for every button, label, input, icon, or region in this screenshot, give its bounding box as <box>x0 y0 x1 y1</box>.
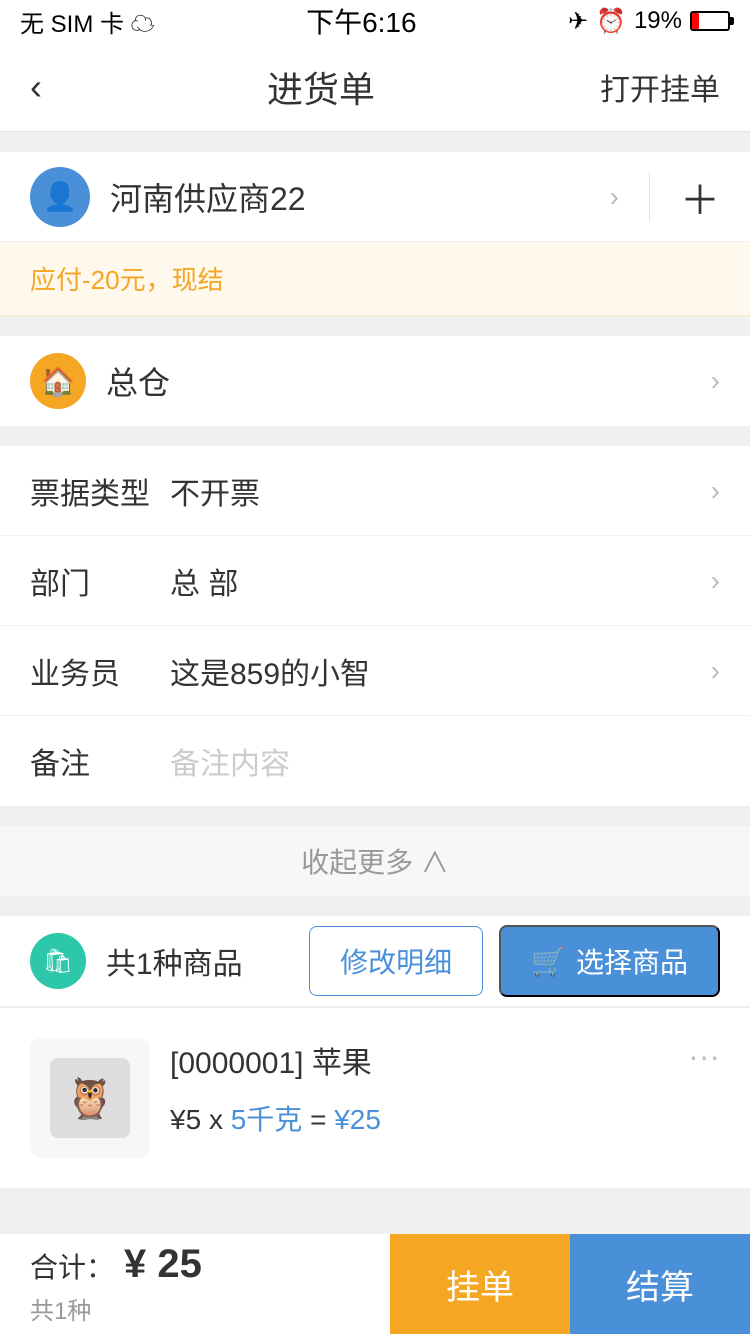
equals-sign: = <box>310 1104 334 1135</box>
avatar-icon: 👤 <box>43 180 78 213</box>
nav-bar: ‹ 进货单 打开挂单 <box>0 42 750 132</box>
product-title: 苹果 <box>312 1047 372 1080</box>
remark-row[interactable]: 备注 备注内容 <box>0 716 750 806</box>
total-label: 合计： <box>30 1246 114 1286</box>
salesman-arrow-icon: › <box>711 655 720 687</box>
invoice-type-row[interactable]: 票据类型 不开票 › <box>0 446 750 536</box>
supplier-avatar: 👤 <box>30 167 90 227</box>
salesman-row[interactable]: 业务员 这是859的小智 › <box>0 626 750 716</box>
checkout-label: 结算 <box>626 1260 694 1309</box>
product-thumb-inner: 🦉 <box>50 1058 130 1138</box>
department-value: 总 部 <box>150 559 711 603</box>
sim-signal: 无 SIM 卡 ☁ <box>20 4 155 39</box>
warehouse-section[interactable]: 🏠 总仓 › <box>0 336 750 426</box>
item-total: ¥25 <box>334 1104 381 1135</box>
total-sub: 共1种 <box>30 1291 360 1326</box>
hang-button[interactable]: 挂单 <box>390 1234 570 1334</box>
gap-2 <box>0 316 750 336</box>
unit-price: ¥5 <box>170 1104 201 1135</box>
product-card: 🦉 [0000001] 苹果 ¥5 x 5千克 = ¥25 ··· <box>0 1008 750 1188</box>
alarm-icon: ⏰ <box>596 7 626 36</box>
warehouse-name: 总仓 <box>106 358 711 404</box>
department-row[interactable]: 部门 总 部 › <box>0 536 750 626</box>
open-pending-button[interactable]: 打开挂单 <box>600 65 720 109</box>
product-code: [0000001] <box>170 1047 303 1080</box>
invoice-type-label: 票据类型 <box>30 469 150 513</box>
back-button[interactable]: ‹ <box>30 66 42 108</box>
modify-detail-button[interactable]: 修改明细 <box>309 926 483 996</box>
status-right: ✈ ⏰ 19% <box>568 7 730 36</box>
gap-1 <box>0 132 750 152</box>
department-label: 部门 <box>30 559 150 603</box>
invoice-type-arrow-icon: › <box>711 475 720 507</box>
product-name: [0000001] 苹果 <box>170 1038 668 1082</box>
notice-bar: 应付-20元，现结 <box>0 242 750 316</box>
product-count-icon: 🛍 <box>30 933 86 989</box>
product-more-button[interactable]: ··· <box>688 1038 720 1075</box>
select-product-icon: 🛒 <box>531 945 566 978</box>
product-header: 🛍 共1种商品 修改明细 🛒 选择商品 <box>0 916 750 1006</box>
remark-input[interactable]: 备注内容 <box>150 739 720 783</box>
product-info: [0000001] 苹果 ¥5 x 5千克 = ¥25 <box>170 1038 668 1158</box>
status-time: 下午6:16 <box>306 1 417 41</box>
supplier-arrow-icon: › <box>610 181 619 213</box>
select-product-label: 选择商品 <box>576 941 688 981</box>
bottom-bar: 合计： ¥ 25 共1种 挂单 结算 <box>0 1234 750 1334</box>
status-bar: 无 SIM 卡 ☁ 下午6:16 ✈ ⏰ 19% <box>0 0 750 42</box>
salesman-label: 业务员 <box>30 649 150 693</box>
form-section: 票据类型 不开票 › 部门 总 部 › 业务员 这是859的小智 › 备注 备注… <box>0 446 750 806</box>
battery-icon <box>690 11 730 31</box>
select-product-button[interactable]: 🛒 选择商品 <box>499 925 720 997</box>
remark-label: 备注 <box>30 739 150 783</box>
warehouse-arrow-icon: › <box>711 365 720 397</box>
hang-label: 挂单 <box>446 1260 514 1309</box>
supplier-name: 河南供应商22 <box>110 174 610 220</box>
location-icon: ✈ <box>568 7 588 36</box>
total-row: 合计： ¥ 25 <box>30 1242 360 1287</box>
status-left: 无 SIM 卡 ☁ <box>20 4 155 39</box>
supplier-section[interactable]: 👤 河南供应商22 › ＋ <box>0 152 750 242</box>
owl-icon: 🦉 <box>65 1075 115 1122</box>
cart-icon: 🛍 <box>43 947 73 976</box>
department-arrow-icon: › <box>711 565 720 597</box>
product-count-text: 共1种商品 <box>106 939 309 983</box>
total-amount: ¥ 25 <box>124 1242 202 1287</box>
multiply-sign: x <box>209 1104 231 1135</box>
quantity: 5千克 <box>231 1104 303 1135</box>
product-thumbnail: 🦉 <box>30 1038 150 1158</box>
collapse-row[interactable]: 收起更多 ∧ <box>0 826 750 896</box>
total-section: 合计： ¥ 25 共1种 <box>0 1234 390 1334</box>
divider <box>649 172 650 222</box>
salesman-value: 这是859的小智 <box>150 649 711 693</box>
page-title: 进货单 <box>267 61 375 113</box>
battery-percent: 19% <box>634 7 682 35</box>
warehouse-icon: 🏠 <box>30 353 86 409</box>
checkout-button[interactable]: 结算 <box>570 1234 750 1334</box>
warehouse-symbol: 🏠 <box>41 365 76 398</box>
add-button[interactable]: ＋ <box>680 168 720 226</box>
product-price: ¥5 x 5千克 = ¥25 <box>170 1098 668 1138</box>
invoice-type-value: 不开票 <box>150 469 711 513</box>
collapse-label: 收起更多 ∧ <box>301 841 449 881</box>
